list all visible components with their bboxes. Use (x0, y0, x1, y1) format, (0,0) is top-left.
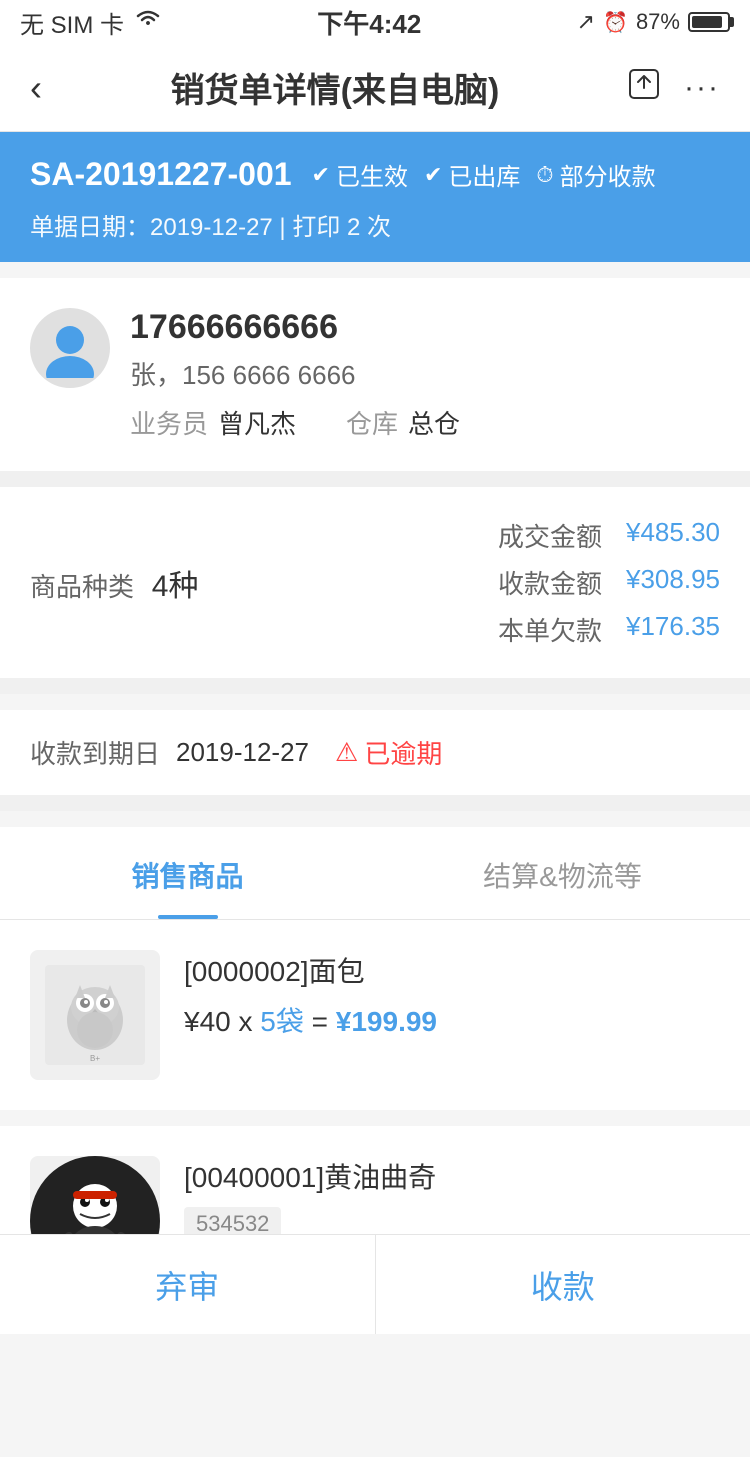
due-section: 收款到期日 2019-12-27 ⚠ 已逾期 (0, 710, 750, 795)
check-icon-1: ✔ (312, 162, 330, 188)
warehouse-value: 总仓 (408, 404, 460, 441)
amount-value: ¥485.30 (626, 517, 720, 554)
status-badges: ✔ 已生效 ✔ 已出库 ⏱ 部分收款 (312, 157, 656, 192)
type-label: 商品种类 (30, 572, 134, 602)
received-label: 收款金额 (498, 564, 602, 601)
amounts-right: 成交金额 ¥485.30 收款金额 ¥308.95 本单欠款 ¥176.35 (498, 517, 720, 648)
tabs-row: 销售商品 结算&物流等 (0, 827, 750, 919)
clock-icon: ⏱ (536, 162, 553, 188)
summary-row: 商品种类 4种 成交金额 ¥485.30 收款金额 ¥308.95 本单欠款 ¥… (30, 517, 720, 648)
product-name-2: [00400001]黄油曲奇 (184, 1156, 720, 1196)
header-date: 单据日期：2019-12-27 | 打印 2 次 (30, 207, 720, 242)
received-value: ¥308.95 (626, 564, 720, 601)
page-title: 销货单详情(来自电脑) (171, 63, 500, 112)
overdue-badge: ⚠ 已逾期 (335, 734, 442, 771)
location-icon: ↗ (577, 9, 595, 35)
tab-products[interactable]: 销售商品 (0, 827, 375, 919)
customer-id: 17666666666 (130, 308, 720, 347)
bottom-spacer (0, 1341, 750, 1457)
product-price-1: ¥40 x 5袋 = ¥199.99 (184, 1000, 720, 1040)
price-base-1: ¥40 (184, 1006, 231, 1037)
svg-text:B+: B+ (90, 1054, 100, 1063)
warehouse-label: 仓库 (346, 404, 398, 441)
wifi-icon (134, 8, 162, 36)
customer-meta: 业务员 曾凡杰 仓库 总仓 (130, 404, 720, 441)
cancel-button[interactable]: 弃审 (0, 1235, 375, 1334)
price-total-1: ¥199.99 (336, 1006, 437, 1037)
type-count: 4种 (152, 570, 199, 603)
overdue-icon: ⚠ (335, 737, 358, 768)
amount-line-3: 本单欠款 ¥176.35 (498, 611, 720, 648)
status-bar: 无 SIM 卡 下午4:42 ↗ ⏰ 87% (0, 0, 750, 44)
order-id: SA-20191227-001 (30, 156, 292, 193)
customer-section: 17666666666 张，156 6666 6666 业务员 曾凡杰 仓库 总… (0, 278, 750, 471)
amount-label: 成交金额 (498, 517, 602, 554)
nav-bar: ‹ 销货单详情(来自电脑) ··· (0, 44, 750, 132)
salesperson-value: 曾凡杰 (218, 404, 296, 441)
due-date: 2019-12-27 (176, 737, 309, 768)
overdue-text: 已逾期 (364, 734, 442, 771)
product-info-1: [0000002]面包 ¥40 x 5袋 = ¥199.99 (184, 950, 720, 1040)
status-partial: ⏱ 部分收款 (536, 157, 655, 192)
divider-1 (0, 471, 750, 487)
alarm-icon: ⏰ (603, 10, 628, 35)
battery-icon (688, 12, 730, 32)
status-shipped: ✔ 已出库 (424, 157, 520, 192)
price-qty-1: 5袋 (260, 1006, 304, 1037)
tab-settlement[interactable]: 结算&物流等 (375, 827, 750, 919)
bottom-bar: 弃审 收款 (0, 1234, 750, 1334)
owed-label: 本单欠款 (498, 611, 602, 648)
status-time: 下午4:42 (317, 4, 421, 41)
product-image-1: B+ (30, 950, 160, 1080)
nav-actions: ··· (628, 68, 720, 108)
battery-percent: 87% (636, 9, 680, 35)
products-section: B+ [0000002]面包 ¥40 x 5袋 = ¥199.99 (0, 920, 750, 1457)
summary-section: 商品种类 4种 成交金额 ¥485.30 收款金额 ¥308.95 本单欠款 ¥… (0, 487, 750, 678)
amount-line-2: 收款金额 ¥308.95 (498, 564, 720, 601)
back-button[interactable]: ‹ (30, 67, 42, 109)
status-effective: ✔ 已生效 (312, 157, 408, 192)
status-left: 无 SIM 卡 (20, 5, 162, 40)
salesperson-item: 业务员 曾凡杰 (130, 404, 296, 441)
more-button[interactable]: ··· (684, 71, 720, 105)
check-icon-2: ✔ (424, 162, 442, 188)
status-right: ↗ ⏰ 87% (577, 9, 730, 35)
share-button[interactable] (628, 68, 660, 108)
product-name-1: [0000002]面包 (184, 950, 720, 990)
confirm-button[interactable]: 收款 (375, 1235, 750, 1334)
salesperson-label: 业务员 (130, 404, 208, 441)
product-count: 商品种类 4种 (30, 561, 198, 605)
customer-name-phone: 张，156 6666 6666 (130, 355, 720, 392)
tabs-section: 销售商品 结算&物流等 (0, 827, 750, 920)
header-banner: SA-20191227-001 ✔ 已生效 ✔ 已出库 ⏱ 部分收款 单据日期：… (0, 132, 750, 262)
avatar (30, 308, 110, 388)
customer-info: 17666666666 张，156 6666 6666 业务员 曾凡杰 仓库 总… (130, 308, 720, 441)
product-card-1: B+ [0000002]面包 ¥40 x 5袋 = ¥199.99 (0, 920, 750, 1110)
divider-3 (0, 795, 750, 811)
owed-value: ¥176.35 (626, 611, 720, 648)
divider-2 (0, 678, 750, 694)
carrier-text: 无 SIM 卡 (20, 5, 124, 40)
due-label: 收款到期日 (30, 734, 160, 771)
amount-line-1: 成交金额 ¥485.30 (498, 517, 720, 554)
warehouse-item: 仓库 总仓 (346, 404, 460, 441)
